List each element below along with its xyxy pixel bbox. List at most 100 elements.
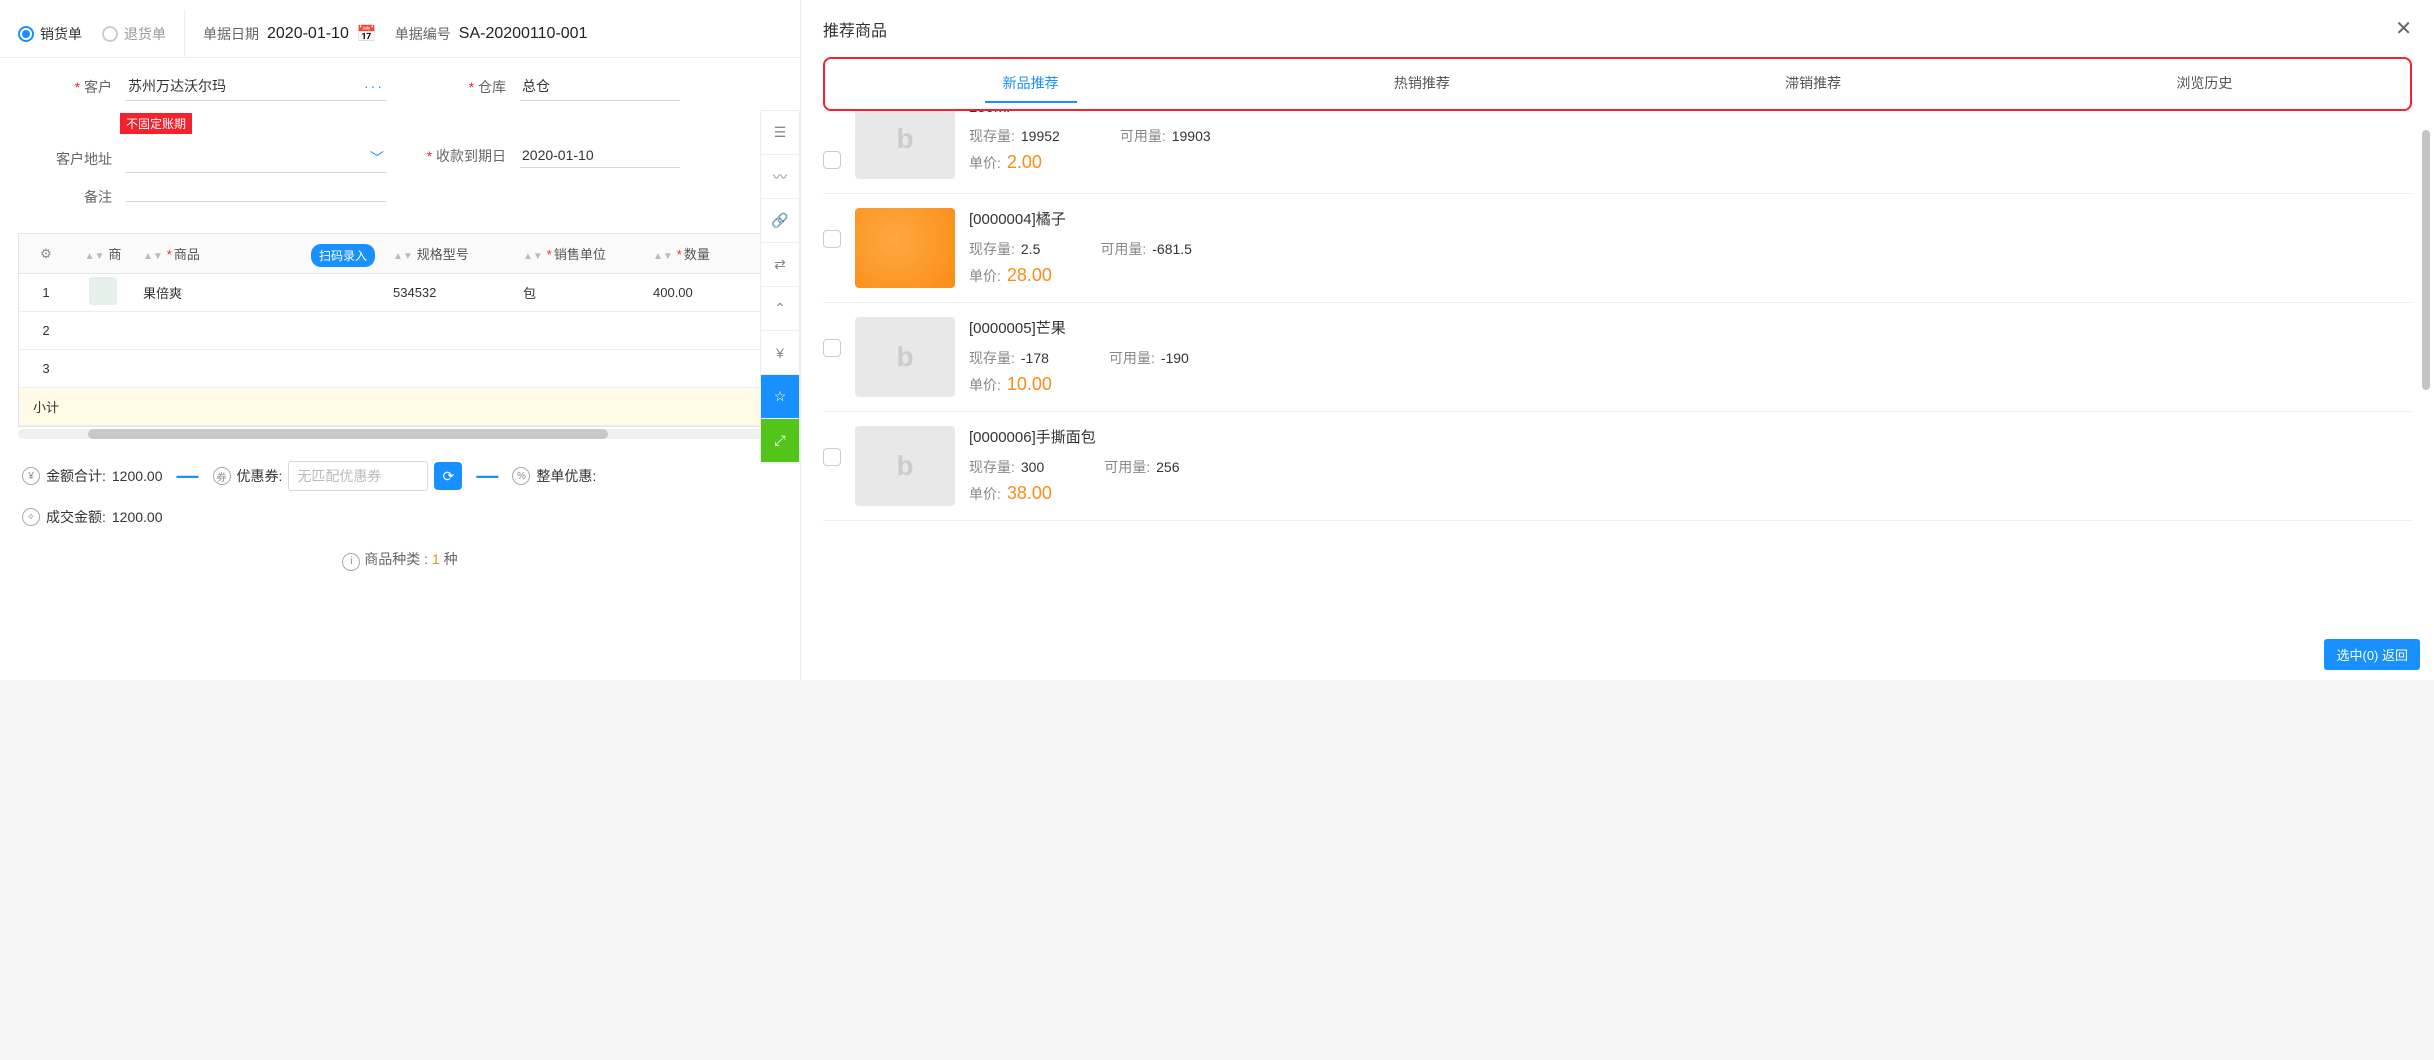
coupon-input[interactable]: 无匹配优惠券 (288, 461, 428, 491)
kind-value: 1 (432, 551, 440, 567)
deal-value: 1200.00 (112, 509, 163, 525)
items-table: ⚙ ▲▼商 ▲▼*商品扫码录入 ▲▼规格型号 ▲▼*销售单位 ▲▼*数量 1果倍… (18, 233, 782, 427)
item-checkbox[interactable] (823, 230, 841, 248)
avail-value: -190 (1161, 350, 1189, 366)
order-type-radio-group: 销货单 退货单 (18, 10, 185, 57)
close-icon[interactable]: ✕ (2395, 16, 2412, 41)
due-date-input[interactable]: 2020-01-10 (520, 143, 680, 168)
radio-sale-order[interactable]: 销货单 (18, 24, 82, 44)
tool-collapse-icon[interactable]: ⌃ (761, 287, 799, 331)
avail-label: 可用量: (1109, 350, 1155, 366)
table-row[interactable]: 3 (19, 350, 781, 388)
sort-icon[interactable]: ▲▼ (393, 254, 413, 260)
row-qty[interactable]: 400.00 (643, 285, 733, 300)
table-row[interactable]: 2 (19, 312, 781, 350)
customer-label: 客户 (22, 77, 112, 97)
col-product: 商品 (174, 247, 200, 262)
row-spec[interactable]: 534532 (383, 285, 513, 300)
doc-code-label: 单据编号 (395, 24, 451, 44)
gear-icon[interactable]: ⚙ (40, 246, 52, 261)
tab-history[interactable]: 浏览历史 (2158, 65, 2250, 103)
tool-expand-icon[interactable]: ⤢ (761, 419, 799, 463)
col-thumb: 商 (108, 247, 121, 262)
subtotal-row: 小计 (19, 388, 781, 426)
price-value: 2.00 (1007, 152, 1042, 172)
item-checkbox[interactable] (823, 339, 841, 357)
deal-icon: ✧ (22, 508, 40, 526)
scan-input-badge[interactable]: 扫码录入 (311, 244, 375, 267)
radio-unchecked-icon (102, 26, 118, 42)
sort-icon[interactable]: ▲▼ (523, 254, 543, 260)
tool-currency-icon[interactable]: ¥ (761, 331, 799, 375)
due-date-label: 收款到期日 (416, 146, 506, 166)
coupon-label: 优惠券: (237, 466, 283, 486)
warehouse-input[interactable]: 总仓 (520, 72, 680, 101)
row-index: 1 (19, 285, 73, 300)
sort-icon[interactable]: ▲▼ (653, 254, 673, 260)
refresh-coupon-button[interactable]: ⟳ (434, 462, 462, 490)
stock-value: 19952 (1021, 128, 1060, 144)
total-value: 1200.00 (112, 468, 163, 484)
discount-icon: % (512, 467, 530, 485)
item-checkbox[interactable] (823, 151, 841, 169)
tool-link-icon[interactable]: 🔗 (761, 199, 799, 243)
stock-label: 现存量: (969, 350, 1015, 366)
calendar-icon[interactable]: 📅 (357, 24, 377, 44)
sort-icon[interactable]: ▲▼ (143, 254, 163, 260)
row-product[interactable]: 果倍爽 (133, 283, 383, 302)
remark-label: 备注 (22, 187, 112, 207)
address-select[interactable]: ﹀ (126, 144, 386, 173)
due-date-value: 2020-01-10 (522, 147, 594, 163)
recommend-item: [0000004]橘子现存量:2.5可用量:-681.5单价:28.00 (823, 194, 2412, 303)
item-image: b (855, 317, 955, 397)
tool-chart-icon[interactable]: 〰 (761, 155, 799, 199)
avail-value: 256 (1156, 459, 1179, 475)
tab-new[interactable]: 新品推荐 (985, 65, 1077, 103)
recommend-item: b[0000006]手撕面包现存量:300可用量:256单价:38.00 (823, 412, 2412, 521)
radio-return-order[interactable]: 退货单 (102, 24, 166, 44)
deal-label: 成交金额: (46, 507, 106, 527)
kind-unit: 种 (444, 551, 458, 567)
row-unit[interactable]: 包 (513, 283, 643, 302)
order-discount-label: 整单优惠: (536, 466, 596, 486)
horizontal-scrollbar[interactable] (18, 429, 782, 439)
tab-slow[interactable]: 滞销推荐 (1767, 65, 1859, 103)
col-spec: 规格型号 (417, 247, 469, 262)
stock-value: 300 (1021, 459, 1044, 475)
selected-return-button[interactable]: 选中(0) 返回 (2324, 639, 2420, 670)
recommend-item: b[0000005]芒果现存量:-178可用量:-190单价:10.00 (823, 303, 2412, 412)
avail-label: 可用量: (1104, 459, 1150, 475)
tool-note-icon[interactable]: ☰ (761, 111, 799, 155)
avail-value: -681.5 (1152, 241, 1192, 257)
remark-input[interactable] (126, 193, 386, 202)
summary-row-2: ✧ 成交金额: 1200.00 (0, 499, 800, 535)
tool-exchange-icon[interactable]: ⇄ (761, 243, 799, 287)
stock-label: 现存量: (969, 459, 1015, 475)
table-header: ⚙ ▲▼商 ▲▼*商品扫码录入 ▲▼规格型号 ▲▼*销售单位 ▲▼*数量 (19, 234, 781, 274)
tool-star-icon[interactable]: ☆ (761, 375, 799, 419)
footer-info: i 商品种类 : 1 种 (0, 535, 800, 585)
recommend-tabs: 新品推荐 热销推荐 滞销推荐 浏览历史 (823, 57, 2412, 111)
tab-hot[interactable]: 热销推荐 (1376, 65, 1468, 103)
stock-value: 2.5 (1021, 241, 1040, 257)
item-checkbox[interactable] (823, 448, 841, 466)
row-index: 3 (19, 361, 73, 376)
radio-return-label: 退货单 (124, 24, 166, 44)
customer-value: 苏州万达沃尔玛 (128, 76, 226, 96)
doc-code-value: SA-20200110-001 (459, 25, 588, 43)
sort-icon[interactable]: ▲▼ (85, 254, 105, 260)
item-image: b (855, 111, 955, 179)
customer-input[interactable]: 苏州万达沃尔玛 ··· (126, 72, 386, 101)
doc-date-label: 单据日期 (203, 24, 259, 44)
customer-lookup-icon[interactable]: ··· (364, 78, 384, 94)
address-label: 客户地址 (22, 149, 112, 169)
price-label: 单价: (969, 486, 1001, 502)
doc-date-field[interactable]: 单据日期 2020-01-10 📅 (203, 24, 377, 44)
price-label: 单价: (969, 377, 1001, 393)
header-row: 销货单 退货单 单据日期 2020-01-10 📅 单据编号 SA-202001… (0, 10, 800, 58)
radio-sale-label: 销货单 (40, 24, 82, 44)
recommend-panel: 推荐商品 ✕ 新品推荐 热销推荐 滞销推荐 浏览历史 b250ml现存量:199… (800, 0, 2434, 680)
table-row[interactable]: 1 果倍爽534532包400.00 (19, 274, 781, 312)
vertical-scrollbar[interactable] (2422, 130, 2430, 390)
info-icon: i (342, 553, 360, 571)
